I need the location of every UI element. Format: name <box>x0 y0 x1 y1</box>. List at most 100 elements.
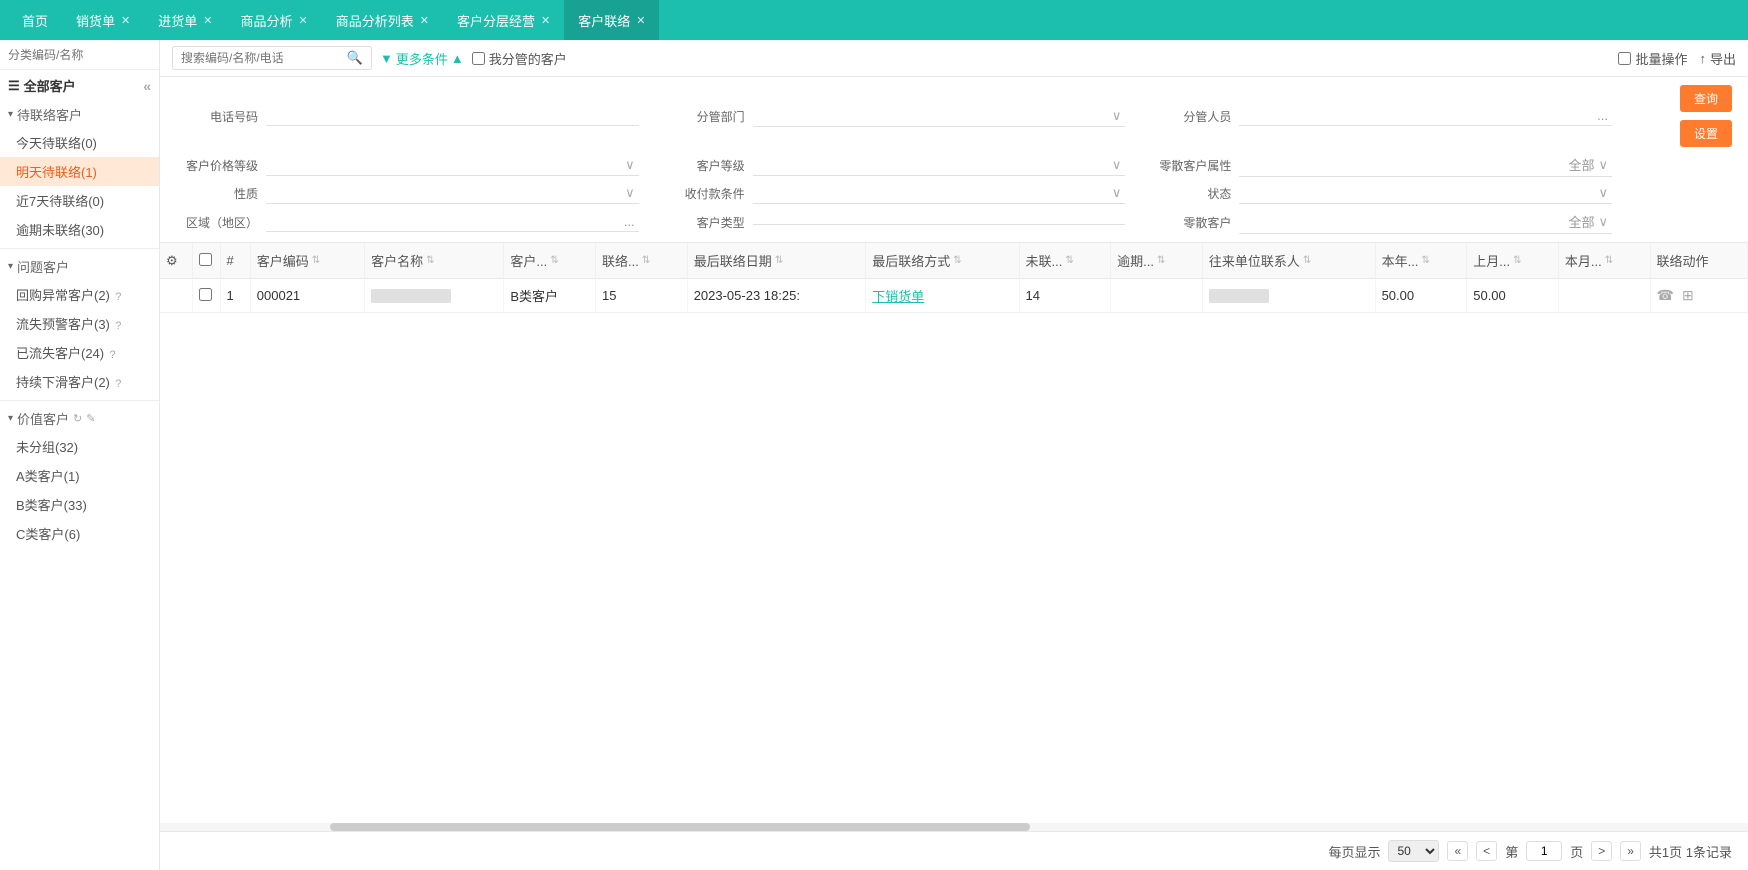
refresh-icon[interactable]: ↻ <box>73 412 82 425</box>
sort-icon[interactable]: ⇅ <box>1421 255 1429 266</box>
main-layout: 🔍 ☰ 全部客户 « ▾ 待联络客户 今天待联络(0) 明天待联络(1) 近7天… <box>0 40 1748 870</box>
search-box[interactable]: 🔍 <box>172 46 372 70</box>
sidebar-item-class-b[interactable]: B类客户(33) <box>0 490 159 519</box>
prev-page-button[interactable]: < <box>1476 841 1497 861</box>
sort-icon[interactable]: ⇅ <box>1065 255 1073 266</box>
sort-icon[interactable]: ⇅ <box>642 255 650 266</box>
last-page-button[interactable]: » <box>1620 841 1641 861</box>
sidebar-search-bar[interactable]: 🔍 <box>0 40 159 70</box>
sidebar-item-7day-pending[interactable]: 近7天待联络(0) <box>0 186 159 215</box>
chevron-down-icon: ∨ <box>1599 157 1609 173</box>
sidebar-item-churned[interactable]: 已流失客户(24) ? <box>0 338 159 367</box>
chevron-up-icon: ▲ <box>451 51 464 66</box>
collapse-icon[interactable]: « <box>143 78 151 94</box>
help-icon[interactable]: ? <box>115 378 121 390</box>
scrollbar-thumb[interactable] <box>330 823 1030 831</box>
chevron-down-icon: ∨ <box>1112 157 1122 173</box>
filter-nature-select[interactable]: ∨ <box>266 183 639 204</box>
sidebar-item-ungrouped[interactable]: 未分组(32) <box>0 432 159 461</box>
next-page-button[interactable]: > <box>1591 841 1612 861</box>
filter-retail-attr-select[interactable]: 全部 ∨ <box>1239 153 1612 177</box>
close-icon[interactable]: ✕ <box>636 14 645 27</box>
page-input[interactable] <box>1526 841 1562 861</box>
filter-price-level-select[interactable]: ∨ <box>266 155 639 176</box>
close-icon[interactable]: ✕ <box>541 14 550 27</box>
nav-customer-segmentation[interactable]: 客户分层经营 ✕ <box>443 0 564 40</box>
filter-row-3: 性质 ∨ 收付款条件 ∨ 状态 ∨ <box>176 183 1732 204</box>
help-icon[interactable]: ? <box>115 291 121 303</box>
first-page-button[interactable]: « <box>1447 841 1468 861</box>
batch-operation-button[interactable]: 批量操作 <box>1618 49 1687 68</box>
td-gear <box>160 279 192 313</box>
batch-cb[interactable] <box>1618 52 1631 65</box>
th-customer-type: 客户... ⇅ <box>504 243 596 279</box>
filter-region: 区域（地区） ... <box>176 212 639 232</box>
section-value-customers[interactable]: ▾ 价值客户 ↻ ✎ <box>0 405 159 432</box>
nav-customer-contact[interactable]: 客户联络 ✕ <box>564 0 659 40</box>
filter-retail-customer-select[interactable]: 全部 ∨ <box>1239 210 1612 234</box>
nav-product-analysis-list[interactable]: 商品分析列表 ✕ <box>322 0 443 40</box>
settings-button[interactable]: 设置 <box>1680 120 1732 147</box>
per-page-select[interactable]: 50 100 <box>1388 840 1439 862</box>
search-input[interactable] <box>181 51 347 65</box>
sidebar-item-class-a[interactable]: A类客户(1) <box>0 461 159 490</box>
filter-phone-label: 电话号码 <box>176 108 266 125</box>
row-checkbox[interactable] <box>199 288 212 301</box>
section-pending-contact[interactable]: ▾ 待联络客户 <box>0 101 159 128</box>
sidebar-search-input[interactable] <box>8 48 160 62</box>
horizontal-scrollbar[interactable] <box>160 823 1748 831</box>
nav-purchase-order[interactable]: 进货单 ✕ <box>144 0 226 40</box>
sidebar-item-tomorrow-pending[interactable]: 明天待联络(1) <box>0 157 159 186</box>
sidebar-item-today-pending[interactable]: 今天待联络(0) <box>0 128 159 157</box>
query-button[interactable]: 查询 <box>1680 85 1732 112</box>
nav-home[interactable]: 首页 <box>8 0 62 40</box>
sort-icon[interactable]: ⇅ <box>426 255 434 266</box>
edit-icon[interactable]: ✎ <box>86 412 95 425</box>
filter-department-select[interactable]: ∨ <box>753 106 1126 127</box>
pagination-bar: 每页显示 50 100 « < 第 页 > » 共1页 1条记录 <box>160 831 1748 870</box>
close-icon[interactable]: ✕ <box>203 14 212 27</box>
sort-icon[interactable]: ⇅ <box>1605 255 1613 266</box>
sort-icon[interactable]: ⇅ <box>1303 255 1311 266</box>
sort-icon[interactable]: ⇅ <box>550 255 558 266</box>
nav-product-analysis[interactable]: 商品分析 ✕ <box>226 0 321 40</box>
select-all-checkbox[interactable] <box>199 253 212 266</box>
grid-action-icon[interactable]: ⊞ <box>1682 287 1694 304</box>
export-button[interactable]: ↑ 导出 <box>1699 49 1736 68</box>
sidebar-item-overdue-contact[interactable]: 逾期未联络(30) <box>0 215 159 244</box>
sidebar-item-declining[interactable]: 持续下滑客户(2) ? <box>0 367 159 396</box>
sort-icon[interactable]: ⇅ <box>1513 255 1521 266</box>
section-problem-customers[interactable]: ▾ 问题客户 <box>0 253 159 280</box>
sidebar-item-abnormal-repurchase[interactable]: 回购异常客户(2) ? <box>0 280 159 309</box>
my-customers-checkbox[interactable]: 我分管的客户 <box>472 49 567 68</box>
nav-sales-order[interactable]: 销货单 ✕ <box>62 0 144 40</box>
th-overdue: 逾期... ⇅ <box>1111 243 1203 279</box>
filter-phone-input[interactable] <box>266 107 639 126</box>
close-icon[interactable]: ✕ <box>420 14 429 27</box>
filter-person-select[interactable]: ... <box>1239 106 1612 126</box>
filter-region-select[interactable]: ... <box>266 212 639 232</box>
more-conditions-button[interactable]: ▼ 更多条件 ▲ <box>380 49 464 68</box>
close-icon[interactable]: ✕ <box>299 14 308 27</box>
close-icon[interactable]: ✕ <box>121 14 130 27</box>
filter-customer-type-select[interactable] <box>753 220 1126 225</box>
sort-icon[interactable]: ⇅ <box>775 255 783 266</box>
sort-icon[interactable]: ⇅ <box>1157 255 1165 266</box>
action-icons: ☎ ⊞ <box>1657 287 1741 304</box>
filter-status-select[interactable]: ∨ <box>1239 183 1612 204</box>
my-customers-cb[interactable] <box>472 52 485 65</box>
sort-icon[interactable]: ⇅ <box>312 255 320 266</box>
th-customer-code: 客户编码 ⇅ <box>250 243 364 279</box>
sidebar-item-class-c[interactable]: C类客户(6) <box>0 519 159 548</box>
filter-payment-select[interactable]: ∨ <box>753 183 1126 204</box>
search-icon[interactable]: 🔍 <box>347 50 363 66</box>
help-icon[interactable]: ? <box>109 349 115 361</box>
sidebar-item-churn-warning[interactable]: 流失预警客户(3) ? <box>0 309 159 338</box>
all-customers-header[interactable]: ☰ 全部客户 « <box>0 70 159 101</box>
phone-action-icon[interactable]: ☎ <box>1657 287 1674 304</box>
help-icon[interactable]: ? <box>115 320 121 332</box>
gear-icon[interactable]: ⚙ <box>166 253 178 268</box>
sort-icon[interactable]: ⇅ <box>953 255 961 266</box>
last-contact-method-link[interactable]: 下销货单 <box>872 289 924 304</box>
filter-customer-level-select[interactable]: ∨ <box>753 155 1126 176</box>
